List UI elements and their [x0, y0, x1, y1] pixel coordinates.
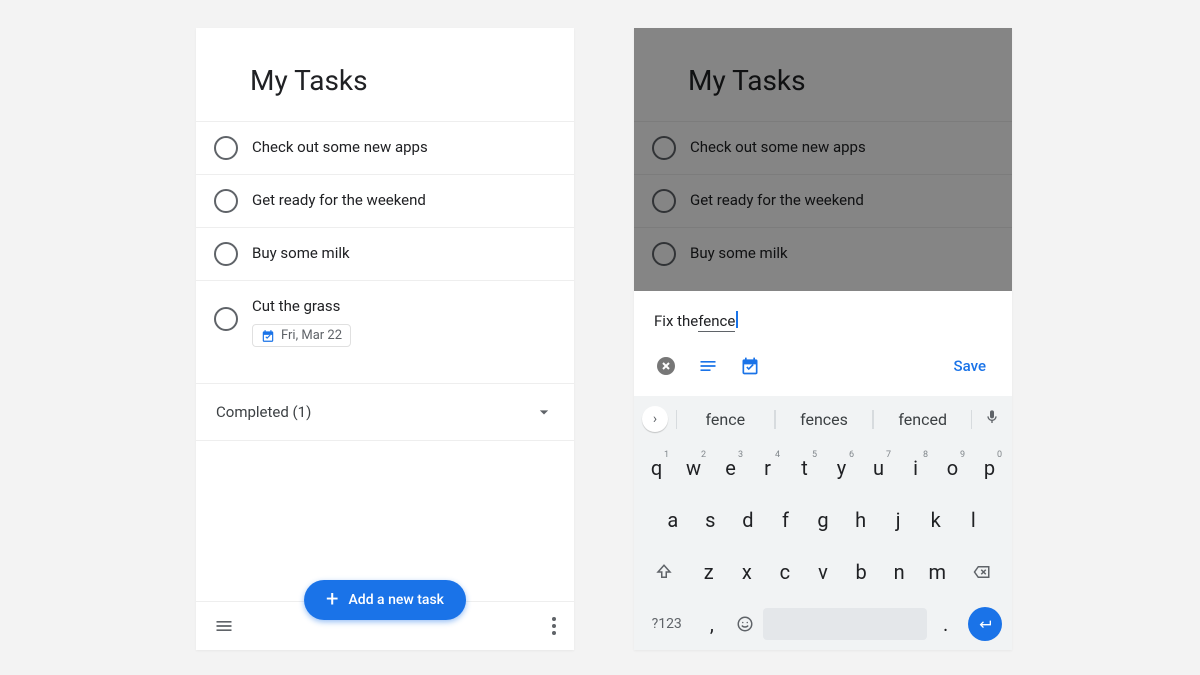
more-icon[interactable]	[552, 617, 556, 635]
symbols-key[interactable]: ?123	[640, 604, 693, 644]
key-l[interactable]: l	[957, 500, 991, 540]
add-task-button[interactable]: + Add a new task	[304, 580, 466, 620]
save-button[interactable]: Save	[944, 357, 996, 375]
soft-keyboard: › fence fences fenced q1w2e3r4t5y6u7i8o9…	[634, 396, 1012, 650]
suggestion[interactable]: fences	[775, 410, 874, 429]
checkbox-circle[interactable]	[214, 307, 238, 331]
task-text: Get ready for the weekend	[252, 189, 426, 211]
suggestion[interactable]: fence	[676, 410, 775, 429]
date-chip[interactable]: Fri, Mar 22	[252, 324, 351, 347]
key-s[interactable]: s	[694, 500, 728, 540]
text-caret	[736, 311, 738, 328]
emoji-key[interactable]	[730, 604, 759, 644]
period-key[interactable]: .	[931, 604, 960, 644]
keyboard-row: zxcvbnm	[634, 546, 1012, 598]
key-i[interactable]: i8	[899, 448, 932, 488]
tasks-list-screen: My Tasks Check out some new apps Get rea…	[196, 28, 574, 650]
key-d[interactable]: d	[731, 500, 765, 540]
key-h[interactable]: h	[844, 500, 878, 540]
calendar-icon	[261, 329, 275, 343]
key-m[interactable]: m	[920, 552, 954, 592]
key-k[interactable]: k	[919, 500, 953, 540]
keyboard-row: asdfghjkl	[634, 494, 1012, 546]
key-f[interactable]: f	[769, 500, 803, 540]
completed-label: Completed (1)	[216, 403, 311, 421]
key-o[interactable]: o9	[936, 448, 969, 488]
list-title: My Tasks	[196, 28, 574, 121]
checkbox-circle[interactable]	[214, 189, 238, 213]
checkbox-circle[interactable]	[214, 136, 238, 160]
enter-key[interactable]	[968, 607, 1002, 641]
backspace-key[interactable]	[958, 552, 1006, 592]
key-u[interactable]: u7	[862, 448, 895, 488]
key-x[interactable]: x	[730, 552, 764, 592]
task-row[interactable]: Check out some new apps	[196, 121, 574, 174]
details-icon[interactable]	[692, 350, 724, 382]
key-v[interactable]: v	[806, 552, 840, 592]
new-task-underlined: fence	[698, 312, 735, 332]
key-r[interactable]: r4	[751, 448, 784, 488]
key-a[interactable]: a	[656, 500, 690, 540]
key-n[interactable]: n	[882, 552, 916, 592]
space-key[interactable]	[763, 608, 927, 640]
date-chip-text: Fri, Mar 22	[281, 328, 342, 343]
key-y[interactable]: y6	[825, 448, 858, 488]
checkbox-circle[interactable]	[214, 242, 238, 266]
key-e[interactable]: e3	[714, 448, 747, 488]
calendar-icon[interactable]	[734, 350, 766, 382]
shift-key[interactable]	[640, 552, 688, 592]
dismiss-icon[interactable]	[650, 350, 682, 382]
new-task-input[interactable]: Fix the fence	[634, 291, 1012, 346]
comma-key[interactable]: ,	[697, 604, 726, 644]
task-text: Cut the grass	[252, 295, 351, 317]
keyboard-row: q1w2e3r4t5y6u7i8o9p0	[634, 442, 1012, 494]
key-p[interactable]: p0	[973, 448, 1006, 488]
chevron-right-icon[interactable]: ›	[642, 406, 668, 432]
fab-label: Add a new task	[349, 592, 444, 608]
key-b[interactable]: b	[844, 552, 878, 592]
key-t[interactable]: t5	[788, 448, 821, 488]
task-row[interactable]: Buy some milk	[196, 227, 574, 280]
key-w[interactable]: w2	[677, 448, 710, 488]
key-j[interactable]: j	[881, 500, 915, 540]
chevron-down-icon	[534, 402, 554, 422]
task-text: Check out some new apps	[252, 136, 428, 158]
task-text: Buy some milk	[252, 242, 350, 264]
tasks-add-screen: My Tasks Check out some new apps Get rea…	[634, 28, 1012, 650]
keyboard-row: ?123,.	[634, 598, 1012, 650]
completed-section[interactable]: Completed (1)	[196, 383, 574, 441]
new-task-panel: Fix the fence Save › fence	[634, 291, 1012, 650]
suggestion-row: › fence fences fenced	[634, 396, 1012, 442]
mic-icon[interactable]	[972, 409, 1012, 429]
task-row[interactable]: Get ready for the weekend	[196, 174, 574, 227]
key-c[interactable]: c	[768, 552, 802, 592]
menu-icon[interactable]	[214, 616, 234, 636]
new-task-prefix: Fix the	[654, 312, 698, 330]
key-z[interactable]: z	[692, 552, 726, 592]
key-q[interactable]: q1	[640, 448, 673, 488]
panel-actions: Save	[634, 346, 1012, 396]
key-g[interactable]: g	[806, 500, 840, 540]
suggestion[interactable]: fenced	[873, 410, 972, 429]
task-row[interactable]: Cut the grass Fri, Mar 22	[196, 280, 574, 361]
